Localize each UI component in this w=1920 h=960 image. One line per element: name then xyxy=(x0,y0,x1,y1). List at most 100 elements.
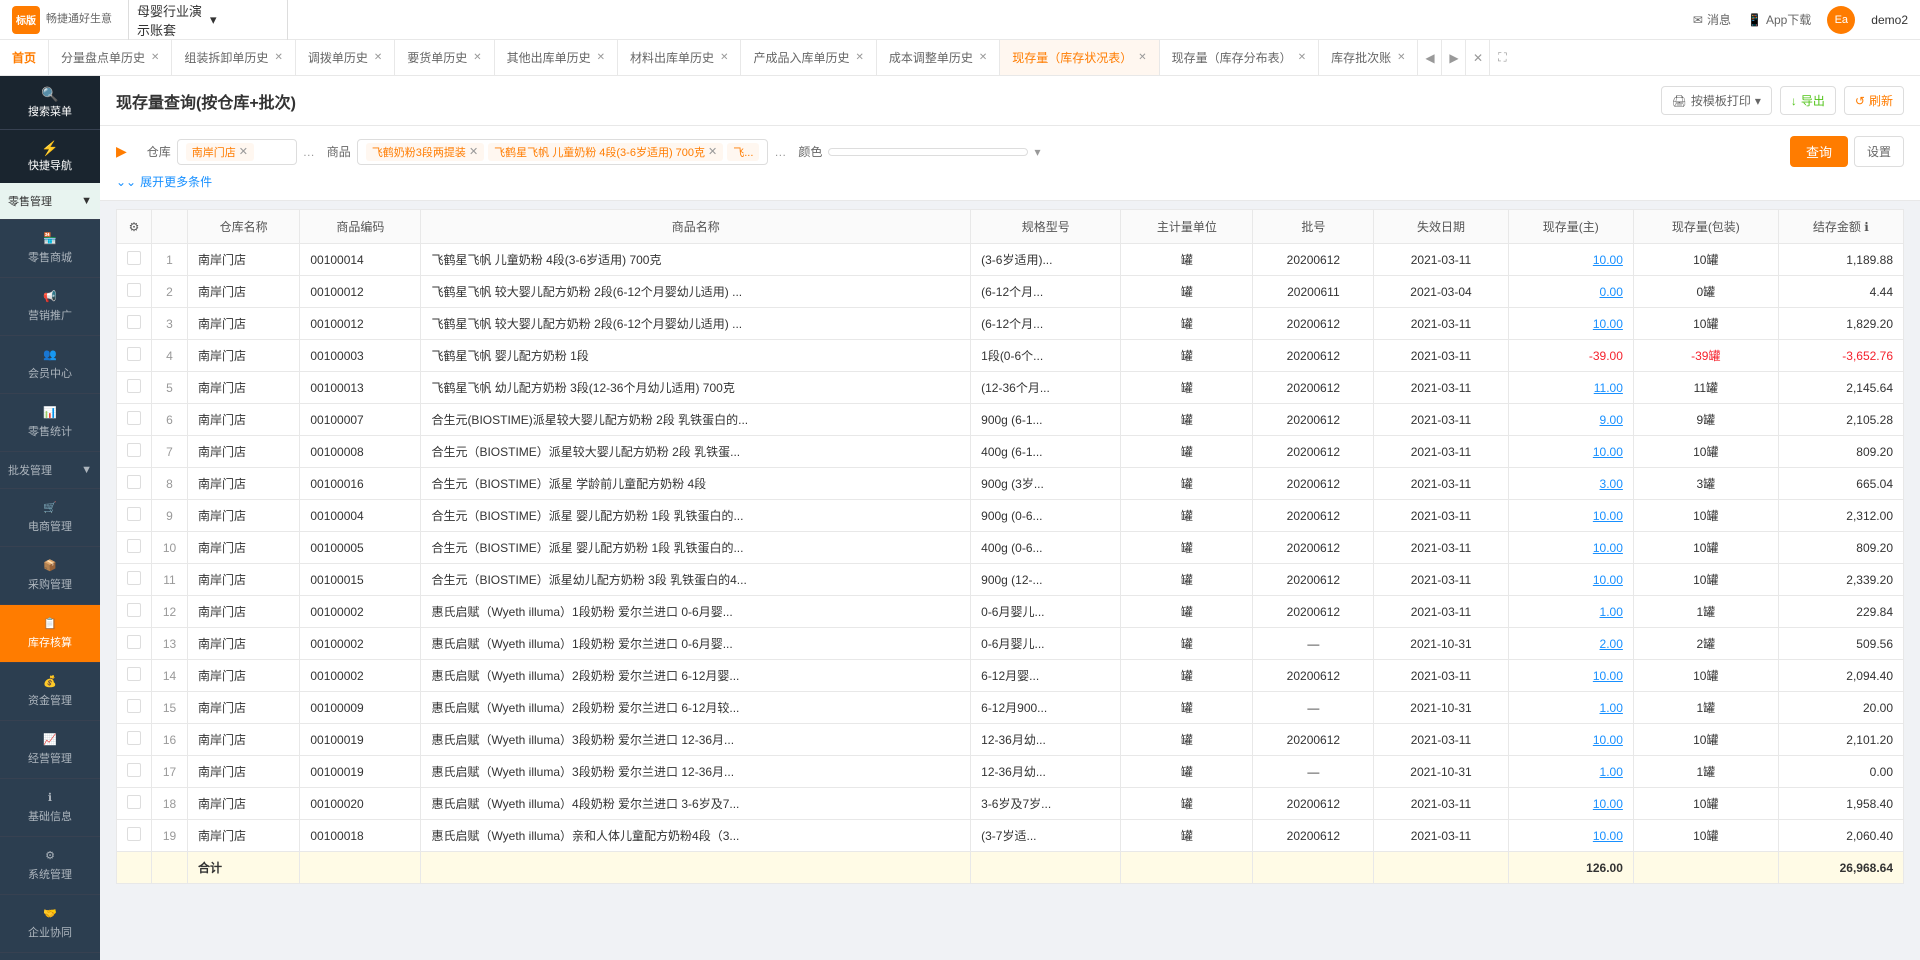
tab-kucunfenbu-close[interactable]: ✕ xyxy=(1298,52,1306,63)
tab-close-all-button[interactable]: ✕ xyxy=(1466,40,1490,76)
col-settings[interactable]: ⚙ xyxy=(117,210,152,244)
cell-stock-main[interactable]: 3.00 xyxy=(1508,468,1633,500)
filter-expand-arrow[interactable]: ▶ xyxy=(116,143,127,160)
filter-product-more[interactable]: … xyxy=(774,145,786,159)
cell-warehouse: 南岸门店 xyxy=(188,660,300,692)
cell-code: 00100019 xyxy=(300,724,421,756)
cell-stock-main[interactable]: 0.00 xyxy=(1508,276,1633,308)
cell-unit: 罐 xyxy=(1121,500,1253,532)
tab-chenbentz[interactable]: 成本调整单历史 ✕ xyxy=(877,40,1000,76)
tab-fenpan[interactable]: 分量盘点单历史 ✕ xyxy=(49,40,172,76)
message-button[interactable]: ✉ 消息 xyxy=(1693,11,1731,28)
avatar[interactable]: Ea xyxy=(1827,6,1855,34)
tab-chenbentz-close[interactable]: ✕ xyxy=(979,52,987,63)
cell-stock-main[interactable]: 10.00 xyxy=(1508,788,1633,820)
sidebar-quicknav[interactable]: ⚡ 快捷导航 xyxy=(0,129,100,183)
col-unit: 主计量单位 xyxy=(1121,210,1253,244)
cell-unit: 罐 xyxy=(1121,340,1253,372)
cell-stock-main[interactable]: 10.00 xyxy=(1508,660,1633,692)
cell-stock-main[interactable]: 10.00 xyxy=(1508,532,1633,564)
tab-next-button[interactable]: ▶ xyxy=(1442,40,1466,76)
sidebar-item-lingtongji[interactable]: 📊 零售统计 xyxy=(0,394,100,452)
query-label: 查询 xyxy=(1806,145,1832,160)
tab-cailiaochu-close[interactable]: ✕ xyxy=(720,52,728,63)
cell-stock-main[interactable]: 11.00 xyxy=(1508,372,1633,404)
sidebar-item-jichu-label: 基础信息 xyxy=(28,808,72,824)
tab-home[interactable]: 首页 xyxy=(0,40,49,76)
tab-yaohuo[interactable]: 要货单历史 ✕ xyxy=(395,40,494,76)
cell-stock-main[interactable]: 10.00 xyxy=(1508,564,1633,596)
tab-chanchengpin[interactable]: 产成品入库单历史 ✕ xyxy=(741,40,876,76)
sidebar-item-qiyexietong[interactable]: 🤝 企业协同 xyxy=(0,895,100,953)
filter-warehouse-input[interactable]: 南岸门店 ✕ xyxy=(177,139,297,165)
cell-settings xyxy=(117,788,152,820)
workspace-selector[interactable]: 母婴行业演示账套 ▾ xyxy=(128,0,288,43)
sidebar-item-pifag[interactable]: 批发管理 ▼ xyxy=(0,452,100,489)
tab-kucunkuang[interactable]: 现存量（库存状况表） ✕ xyxy=(1000,40,1159,76)
sidebar-item-zijin[interactable]: 💰 资金管理 xyxy=(0,663,100,721)
cell-stock-main[interactable]: 2.00 xyxy=(1508,628,1633,660)
cell-code: 00100002 xyxy=(300,660,421,692)
sidebar-item-dianshang[interactable]: 🛒 电商管理 xyxy=(0,489,100,547)
query-button[interactable]: 查询 xyxy=(1790,136,1848,167)
cell-stock-main[interactable]: 1.00 xyxy=(1508,596,1633,628)
cell-name: 惠氏启赋（Wyeth illuma）1段奶粉 爱尔兰进口 0-6月婴... xyxy=(421,596,971,628)
sidebar-item-huiyuan[interactable]: 👥 会员中心 xyxy=(0,336,100,394)
filter-warehouse-tag-close[interactable]: ✕ xyxy=(239,145,248,158)
cell-stock-main[interactable]: 1.00 xyxy=(1508,756,1633,788)
cell-stock-main[interactable]: 9.00 xyxy=(1508,404,1633,436)
filter-color-input[interactable] xyxy=(828,148,1028,156)
tab-fenpan-close[interactable]: ✕ xyxy=(151,52,159,63)
sidebar-item-caigou[interactable]: 📦 采购管理 xyxy=(0,547,100,605)
tab-kucunfenbu[interactable]: 现存量（库存分布表） ✕ xyxy=(1160,40,1319,76)
download-button[interactable]: 📱 App下载 xyxy=(1747,11,1811,28)
filter-product-tag-2-close[interactable]: ✕ xyxy=(708,145,717,158)
cell-stock-main[interactable]: 10.00 xyxy=(1508,244,1633,276)
sidebar-item-lingshangcheng[interactable]: 🏪 零售商城 xyxy=(0,220,100,278)
cell-warehouse: 南岸门店 xyxy=(188,436,300,468)
sidebar-item-jichu[interactable]: ℹ 基础信息 xyxy=(0,779,100,837)
filter-product-tag-1-close[interactable]: ✕ xyxy=(469,145,478,158)
tab-chanchengpin-close[interactable]: ✕ xyxy=(855,52,863,63)
export-button[interactable]: ↓ 导出 xyxy=(1780,86,1836,115)
data-table: ⚙ 仓库名称 商品编码 商品名称 规格型号 主计量单位 批号 失效日期 现存量(… xyxy=(116,209,1904,884)
tab-prev-button[interactable]: ◀ xyxy=(1418,40,1442,76)
tab-qita-close[interactable]: ✕ xyxy=(597,52,605,63)
cell-stock-main[interactable]: 1.00 xyxy=(1508,692,1633,724)
tab-cailiaochu[interactable]: 材料出库单历史 ✕ xyxy=(618,40,741,76)
cell-no: 15 xyxy=(152,692,188,724)
tab-qita[interactable]: 其他出库单历史 ✕ xyxy=(495,40,618,76)
cell-stock-main[interactable]: 10.00 xyxy=(1508,500,1633,532)
sidebar-item-xinshou[interactable]: 🎯 新手引导 xyxy=(0,953,100,960)
tab-expand-button[interactable]: ⛶ xyxy=(1490,40,1514,76)
sidebar-item-lingshoug[interactable]: 零售管理 ▼ xyxy=(0,183,100,220)
cell-no: 8 xyxy=(152,468,188,500)
cell-warehouse: 南岸门店 xyxy=(188,276,300,308)
cell-stock-main[interactable]: 10.00 xyxy=(1508,308,1633,340)
cell-stock-main[interactable]: 10.00 xyxy=(1508,724,1633,756)
cell-stock-main[interactable]: 10.00 xyxy=(1508,436,1633,468)
refresh-button[interactable]: ↺ 刷新 xyxy=(1844,86,1904,115)
filter-product-input[interactable]: 飞鹤奶粉3段两提装 ✕ 飞鹤星飞帆 儿童奶粉 4段(3-6岁适用) 700克 ✕… xyxy=(357,139,769,165)
sidebar-item-yingxiao[interactable]: 📢 营销推广 xyxy=(0,278,100,336)
sidebar-search[interactable]: 🔍 搜索菜单 xyxy=(0,76,100,129)
cell-stock-main[interactable]: 10.00 xyxy=(1508,820,1633,852)
template-print-button[interactable]: 🖨 按模板打印 ▾ xyxy=(1661,86,1772,115)
tab-diaobo-close[interactable]: ✕ xyxy=(374,52,382,63)
filter-warehouse-more[interactable]: … xyxy=(303,145,315,159)
table-row: 14 南岸门店 00100002 惠氏启赋（Wyeth illuma）2段奶粉 … xyxy=(117,660,1904,692)
cell-stock-pkg: 10罐 xyxy=(1633,564,1778,596)
tab-zuzhangchai-close[interactable]: ✕ xyxy=(274,52,282,63)
tab-pizhangz[interactable]: 库存批次账 ✕ xyxy=(1319,40,1418,76)
settings-button[interactable]: 设置 xyxy=(1854,136,1904,167)
tab-pizhangz-close[interactable]: ✕ xyxy=(1397,52,1405,63)
expand-more-button[interactable]: ⌄⌄ 展开更多条件 xyxy=(116,173,1904,190)
tab-kucunkuang-close[interactable]: ✕ xyxy=(1138,52,1146,63)
tab-yaohuo-close[interactable]: ✕ xyxy=(473,52,481,63)
filter-color-arrow[interactable]: ▾ xyxy=(1034,145,1040,159)
sidebar-item-jingyingg[interactable]: 📈 经营管理 xyxy=(0,721,100,779)
tab-zuzhangchai[interactable]: 组装拆卸单历史 ✕ xyxy=(172,40,295,76)
sidebar-item-kucunhe[interactable]: 📋 库存核算 xyxy=(0,605,100,663)
tab-diaobo[interactable]: 调拨单历史 ✕ xyxy=(296,40,395,76)
sidebar-item-xitong[interactable]: ⚙ 系统管理 xyxy=(0,837,100,895)
